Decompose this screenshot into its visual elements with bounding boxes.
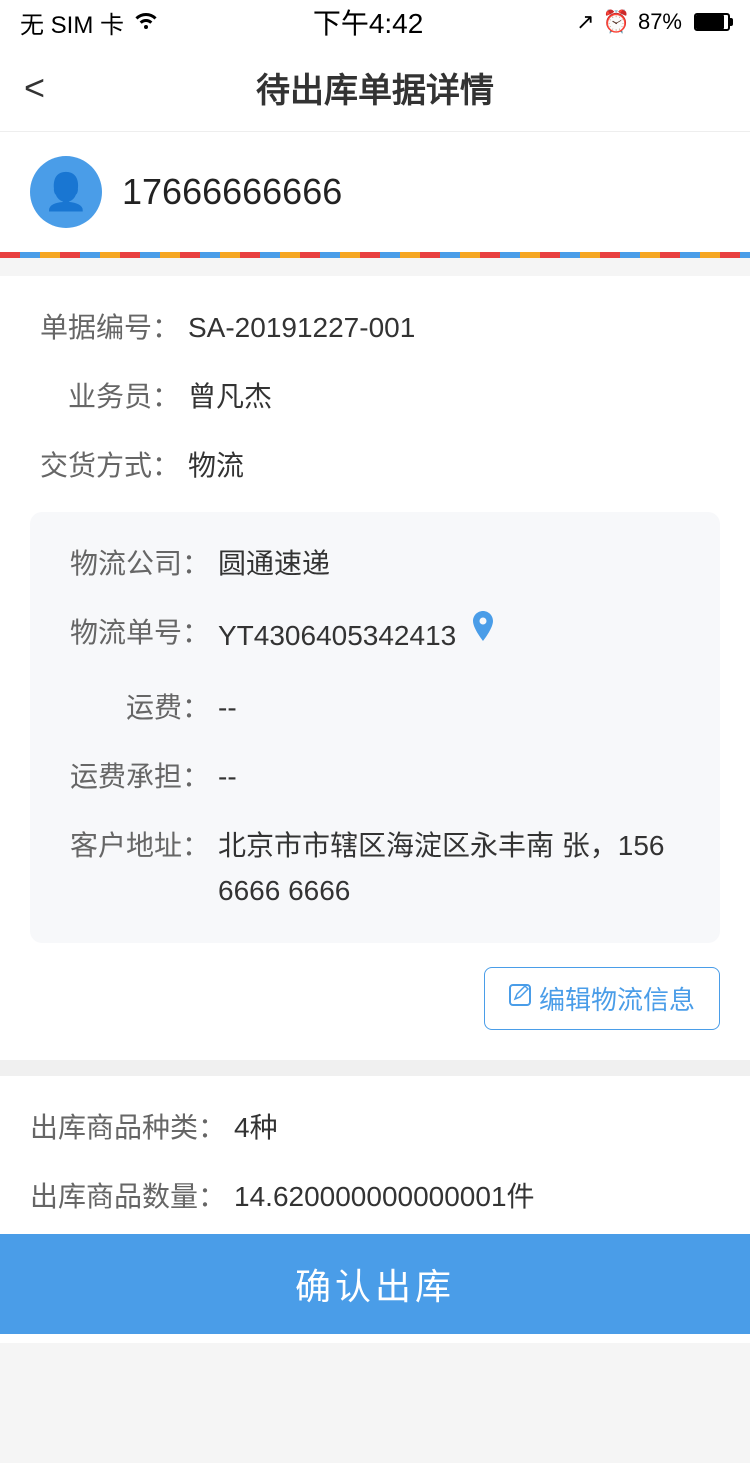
logistics-company-row: 物流公司： 圆通速递 [60,542,690,587]
freight-row: 运费： -- [60,686,690,731]
delivery-method-value: 物流 [180,444,720,489]
goods-type-row: 出库商品种类： 4种 [30,1106,720,1151]
tracking-no-row: 物流单号： YT4306405342413 [60,611,690,662]
freight-value: -- [210,686,690,731]
battery-pct: 87% [638,9,682,35]
page-title: 待出库单据详情 [256,63,494,112]
delivery-method-row: 交货方式： 物流 [30,444,720,489]
section-divider [0,1060,750,1076]
doc-number-label: 单据编号： [30,306,180,351]
edit-btn-label: 编辑物流信息 [539,980,695,1017]
freight-bear-row: 运费承担： -- [60,755,690,800]
confirm-btn-area[interactable]: 确认出库 [0,1234,750,1334]
status-left: 无 SIM 卡 [20,5,160,40]
nav-bar: < 待出库单据详情 [0,44,750,132]
avatar: 👤 [30,156,102,228]
alarm-icon: ⏰ [603,9,630,35]
basic-info-section: 单据编号： SA-20191227-001 业务员： 曾凡杰 交货方式： 物流 … [0,276,750,1060]
address-label: 客户地址： [60,824,210,869]
edit-icon [509,984,531,1013]
avatar-icon: 👤 [44,171,89,213]
salesperson-value: 曾凡杰 [180,375,720,420]
status-right: ↗ ⏰ 87% [576,9,730,35]
goods-type-label: 出库商品种类： [30,1106,226,1151]
salesperson-label: 业务员： [30,375,180,420]
doc-number-value: SA-20191227-001 [180,306,720,351]
logistics-card: 物流公司： 圆通速递 物流单号： YT4306405342413 运费： -- … [30,512,720,943]
salesperson-row: 业务员： 曾凡杰 [30,375,720,420]
goods-qty-label: 出库商品数量： [30,1175,226,1220]
goods-type-value: 4种 [226,1106,720,1151]
user-phone: 17666666666 [122,171,342,213]
goods-qty-row: 出库商品数量： 14.620000000000001件 [30,1175,720,1220]
tracking-no-value: YT4306405342413 [210,611,690,662]
status-bar: 无 SIM 卡 下午4:42 ↗ ⏰ 87% [0,0,750,44]
status-time: 下午4:42 [313,2,424,42]
wifi-icon [132,8,160,36]
freight-label: 运费： [60,686,210,731]
battery-icon [694,13,730,31]
sim-label: 无 SIM 卡 [20,5,124,40]
tracking-no-label: 物流单号： [60,611,210,656]
freight-bear-label: 运费承担： [60,755,210,800]
edit-logistics-button[interactable]: 编辑物流信息 [484,967,720,1030]
delivery-method-label: 交货方式： [30,444,180,489]
edit-btn-row: 编辑物流信息 [30,967,720,1030]
tracking-location-icon [468,611,498,662]
confirm-btn-text: 确认出库 [295,1258,455,1310]
logistics-company-label: 物流公司： [60,542,210,587]
address-value: 北京市市辖区海淀区永丰南 张，156 6666 6666 [210,824,690,914]
bottom-safe-area [0,1343,750,1463]
location-status-icon: ↗ [576,9,594,35]
dashed-divider [0,252,750,258]
freight-bear-value: -- [210,755,690,800]
logistics-company-value: 圆通速递 [210,542,690,587]
user-header: 👤 17666666666 [0,132,750,252]
back-button[interactable]: < [24,67,45,109]
doc-number-row: 单据编号： SA-20191227-001 [30,306,720,351]
tracking-no-text: YT4306405342413 [218,614,456,659]
goods-qty-value: 14.620000000000001件 [226,1175,720,1220]
address-row: 客户地址： 北京市市辖区海淀区永丰南 张，156 6666 6666 [60,824,690,914]
